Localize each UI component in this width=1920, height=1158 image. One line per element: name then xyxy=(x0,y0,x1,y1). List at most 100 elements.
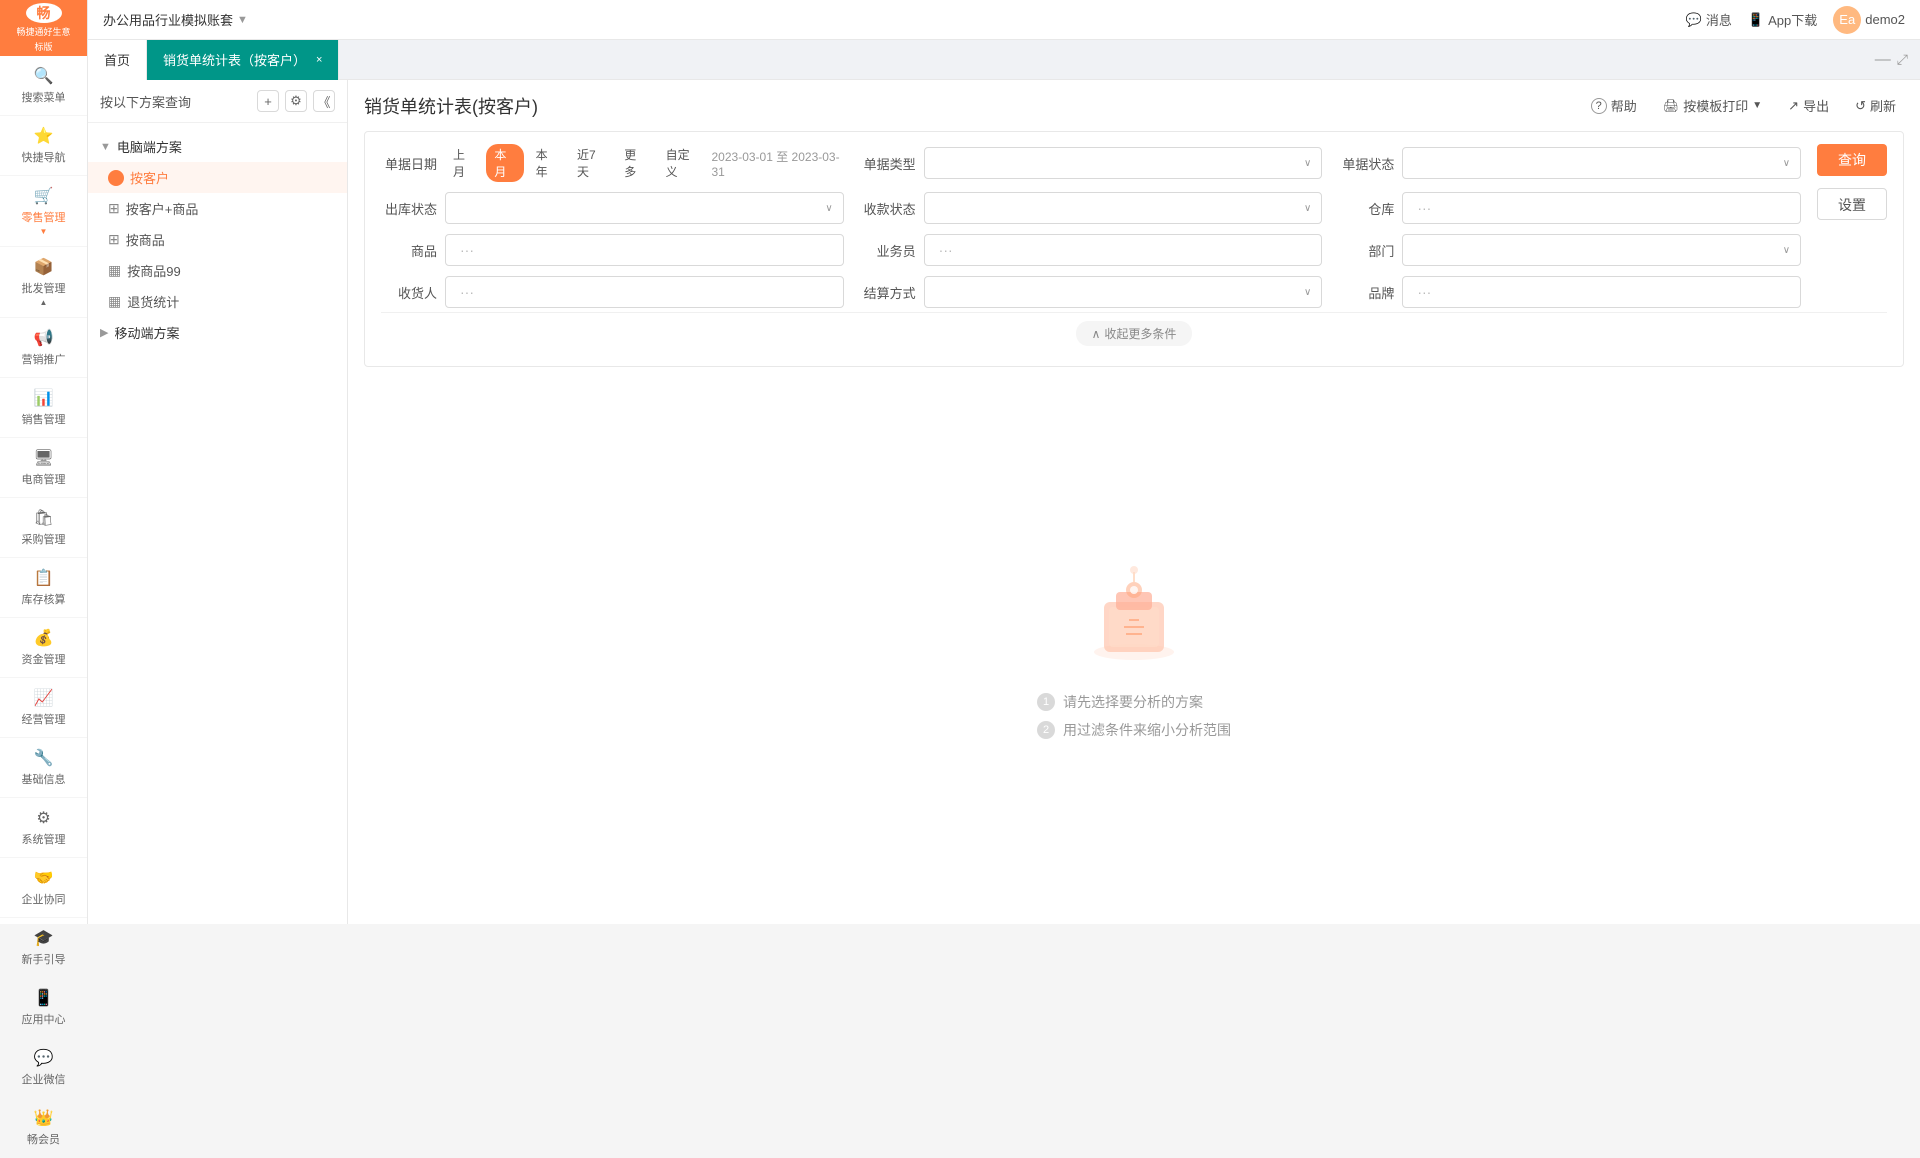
warehouse-dots: ··· xyxy=(1417,200,1431,216)
help-btn[interactable]: ? 帮助 xyxy=(1583,92,1645,119)
empty-illustration xyxy=(1074,552,1194,672)
sidebar-item-operations[interactable]: 📈 经营管理 xyxy=(0,678,87,738)
tree-mobile-label: 移动端方案 xyxy=(114,323,179,342)
tab-home[interactable]: 首页 xyxy=(88,40,147,80)
sidebar-item-purchase[interactable]: 🛍 采购管理 xyxy=(0,498,87,558)
topbar-right: 💬 消息 📱 App下载 Ea demo2 xyxy=(1686,6,1905,34)
out-status-select[interactable]: ∨ xyxy=(445,192,844,224)
sidebar-item-wholesale[interactable]: 📦 批发管理 ▲ xyxy=(0,247,87,318)
tree-item-return-stats[interactable]: ▦ 退货统计 xyxy=(88,286,347,317)
tab-report[interactable]: 销货单统计表（按客户） × xyxy=(147,40,339,80)
sidebar-item-ecommerce[interactable]: 🖥 电商管理 xyxy=(0,438,87,498)
date-tab-more[interactable]: 更多 xyxy=(616,144,653,182)
salesperson-input[interactable]: ··· xyxy=(924,234,1323,266)
sidebar-item-apps[interactable]: 📱 应用中心 xyxy=(0,978,87,1038)
ecommerce-icon: 🖥 xyxy=(33,448,53,468)
brand-input[interactable]: ··· xyxy=(1402,276,1801,308)
setting-button[interactable]: 设置 xyxy=(1817,188,1887,220)
status-select[interactable]: ∨ xyxy=(1402,147,1801,179)
logo-area: 畅 畅捷通好生意 标版 xyxy=(0,0,87,56)
product-input[interactable]: ··· xyxy=(445,234,844,266)
sidebar-item-inventory[interactable]: 📋 库存核算 xyxy=(0,558,87,618)
tip-num-2: 2 xyxy=(1037,721,1055,739)
tree-desktop-parent[interactable]: ▼ 电脑端方案 xyxy=(88,131,347,162)
sidebar-item-base[interactable]: 🔧 基础信息 xyxy=(0,738,87,798)
date-tab-last-month[interactable]: 上月 xyxy=(445,144,482,182)
purchase-label: 采购管理 xyxy=(22,531,66,547)
print-btn[interactable]: 🖨 按模板打印 ▼ xyxy=(1655,92,1770,119)
export-btn[interactable]: ↗ 导出 xyxy=(1780,92,1837,119)
finance-icon: 💰 xyxy=(34,628,54,648)
out-status-cell: 出库状态 ∨ xyxy=(381,192,844,224)
tree-item-by-product[interactable]: ⊞ 按商品 xyxy=(88,224,347,255)
tab-maximize-btn[interactable]: ⤢ xyxy=(1897,51,1908,68)
app-download-btn[interactable]: 📱 App下载 xyxy=(1748,10,1817,29)
receiver-label: 收货人 xyxy=(381,283,445,302)
date-tab-this-year[interactable]: 本年 xyxy=(528,144,565,182)
refresh-btn[interactable]: ↺ 刷新 xyxy=(1847,92,1904,119)
receiver-input[interactable]: ··· xyxy=(445,276,844,308)
left-panel-title: 按以下方案查询 xyxy=(100,92,191,111)
warehouse-input[interactable]: ··· xyxy=(1402,192,1801,224)
tree-item-by-customer[interactable]: 按客户 xyxy=(88,162,347,193)
message-icon: 💬 xyxy=(1686,12,1702,28)
date-picker-container[interactable]: 上月 本月 本年 近7天 更多 自定义 2023-03-01 至 2023-03… xyxy=(445,144,844,182)
date-tab-this-month[interactable]: 本月 xyxy=(486,144,523,182)
username: demo2 xyxy=(1865,12,1905,27)
sidebar-item-newbie[interactable]: 🎓 新手引导 xyxy=(0,918,87,978)
recv-status-select[interactable]: ∨ xyxy=(924,192,1323,224)
sidebar-item-cooperation[interactable]: 🤝 企业协同 xyxy=(0,858,87,918)
collapse-label: 收起更多条件 xyxy=(1104,325,1176,342)
type-select[interactable]: ∨ xyxy=(924,147,1323,179)
tree-item-by-customer-product[interactable]: ⊞ 按客户+商品 xyxy=(88,193,347,224)
out-status-label: 出库状态 xyxy=(381,199,445,218)
tree-section: ▼ 电脑端方案 按客户 ⊞ 按客户+商品 ⊞ 按商品 ▦ 按商品99 xyxy=(88,123,347,356)
tree-item-by-product-99[interactable]: ▦ 按商品99 xyxy=(88,255,347,286)
shortcuts-label: 快捷导航 xyxy=(22,149,66,165)
query-button[interactable]: 查询 xyxy=(1817,144,1887,176)
bar-icon-2: ▦ xyxy=(108,293,121,310)
avatar: Ea xyxy=(1833,6,1861,34)
refresh-icon: ↺ xyxy=(1855,98,1866,114)
filter-row-1: 单据日期 上月 本月 本年 近7天 更多 自定义 xyxy=(381,144,1801,182)
date-tab-7days[interactable]: 近7天 xyxy=(569,144,612,182)
tree-desktop-label: 电脑端方案 xyxy=(117,137,182,156)
user-area[interactable]: Ea demo2 xyxy=(1833,6,1905,34)
date-tab-custom[interactable]: 自定义 xyxy=(658,144,706,182)
help-icon: ? xyxy=(1591,98,1607,114)
account-selector[interactable]: 办公用品行业模拟账套 ▼ xyxy=(103,10,248,29)
sidebar-item-sales[interactable]: 📊 销售管理 xyxy=(0,378,87,438)
marketing-label: 营销推广 xyxy=(22,351,66,367)
dropdown-icon: ▼ xyxy=(237,14,248,26)
tree-by-product-99-label: 按商品99 xyxy=(127,261,180,280)
status-chevron: ∨ xyxy=(1783,158,1790,169)
tab-home-label: 首页 xyxy=(104,50,130,69)
warehouse-cell: 仓库 ··· xyxy=(1338,192,1801,224)
sidebar-item-system[interactable]: ⚙ 系统管理 xyxy=(0,798,87,858)
tab-close-icon[interactable]: × xyxy=(316,54,322,66)
filter-row-2: 出库状态 ∨ 收款状态 ∨ xyxy=(381,192,1801,224)
logo-icon: 畅 xyxy=(26,3,62,23)
sidebar-item-shortcuts[interactable]: ⭐ 快捷导航 xyxy=(0,116,87,176)
sidebar-item-wechat[interactable]: 💬 企业微信 xyxy=(0,1038,87,1098)
add-scheme-btn[interactable]: + xyxy=(257,90,279,112)
sidebar-item-retail[interactable]: 🛒 零售管理 ▼ xyxy=(0,176,87,247)
payment-cell: 结算方式 ∨ xyxy=(860,276,1323,308)
collapse-panel-btn[interactable]: 《 xyxy=(313,90,335,112)
sidebar-search-label: 搜索菜单 xyxy=(22,89,66,105)
settings-btn[interactable]: ⚙ xyxy=(285,90,307,112)
newbie-icon: 🎓 xyxy=(34,928,54,948)
sidebar-item-marketing[interactable]: 📢 营销推广 xyxy=(0,318,87,378)
tree-return-stats-label: 退货统计 xyxy=(127,292,179,311)
sidebar-item-member[interactable]: 👑 畅会员 xyxy=(0,1098,87,1158)
collapse-button[interactable]: ∧ 收起更多条件 xyxy=(1076,321,1193,346)
dept-select[interactable]: ∨ xyxy=(1402,234,1801,266)
message-btn[interactable]: 💬 消息 xyxy=(1686,10,1732,29)
sidebar-item-finance[interactable]: 💰 资金管理 xyxy=(0,618,87,678)
tab-minimize-btn[interactable]: — xyxy=(1875,51,1891,69)
payment-select[interactable]: ∨ xyxy=(924,276,1323,308)
sidebar-item-search[interactable]: 🔍 搜索菜单 xyxy=(0,56,87,116)
bar-icon-1: ▦ xyxy=(108,262,121,279)
tree-mobile-parent[interactable]: ▶ 移动端方案 xyxy=(88,317,347,348)
purchase-icon: 🛍 xyxy=(33,508,53,528)
